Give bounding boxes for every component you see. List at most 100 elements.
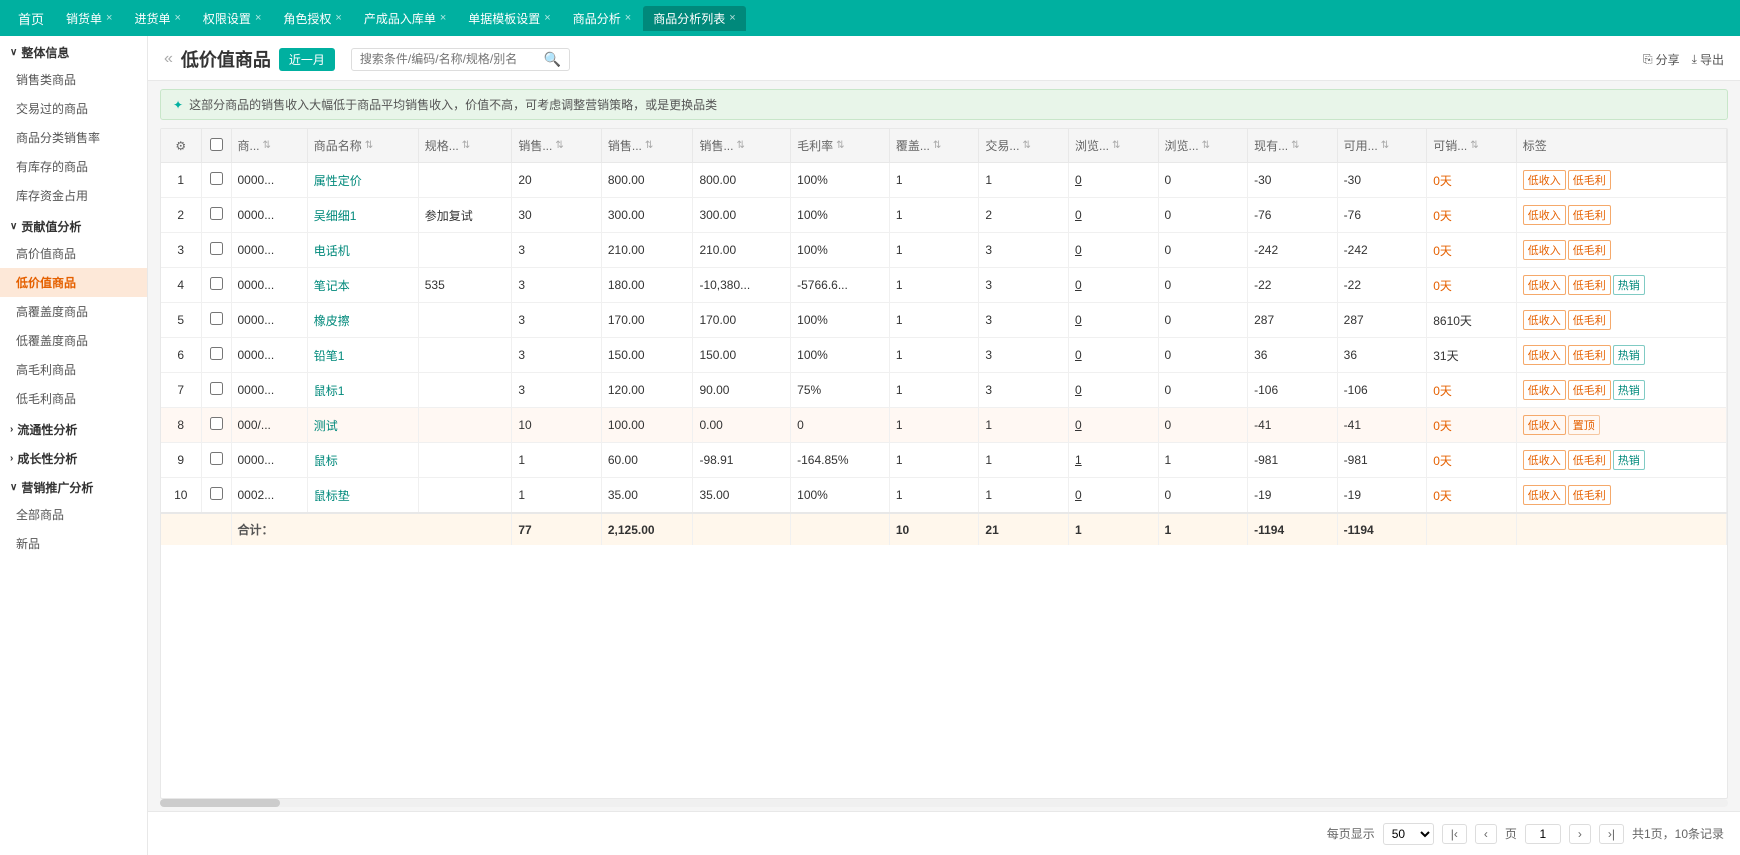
sidebar-group-marketing[interactable]: ∨ 营销推广分析 [0,471,147,500]
sidebar-item-stock-capital[interactable]: 库存资金占用 [0,181,147,210]
first-page-button[interactable]: |‹ [1442,824,1467,844]
sort-icon[interactable]: ⇅ [365,140,373,151]
close-icon[interactable]: × [255,12,261,24]
sort-icon[interactable]: ⇅ [836,140,844,151]
collapse-icon[interactable]: › [10,424,13,435]
nav-template[interactable]: 单据模板设置 × [458,6,560,31]
sort-icon[interactable]: ⇅ [933,140,941,151]
row-checkbox[interactable] [210,417,223,430]
sidebar-item-low-margin[interactable]: 低毛利商品 [0,384,147,413]
sort-icon[interactable]: ⇅ [263,140,271,151]
row-check[interactable] [201,303,231,338]
sidebar-toggle-icon[interactable]: « [164,50,173,68]
col-browse2[interactable]: 浏览...⇅ [1158,129,1248,163]
col-sales3[interactable]: 销售...⇅ [693,129,791,163]
search-input[interactable] [360,52,540,66]
sidebar-item-new-goods[interactable]: 新品 [0,529,147,558]
row-browse1[interactable]: 0 [1068,303,1158,338]
share-button[interactable]: ⎘ 分享 [1643,51,1680,68]
row-name[interactable]: 鼠标 [307,443,418,478]
prev-page-button[interactable]: ‹ [1475,824,1497,844]
row-check[interactable] [201,443,231,478]
col-coverage[interactable]: 覆盖...⇅ [889,129,979,163]
col-saleable[interactable]: 可销...⇅ [1427,129,1517,163]
row-checkbox[interactable] [210,452,223,465]
sidebar-item-all-goods[interactable]: 全部商品 [0,500,147,529]
row-check[interactable] [201,373,231,408]
close-icon[interactable]: × [440,12,446,24]
col-sales1[interactable]: 销售...⇅ [512,129,602,163]
sort-icon[interactable]: ⇅ [1202,140,1210,151]
row-browse1[interactable]: 0 [1068,338,1158,373]
col-current[interactable]: 现有...⇅ [1248,129,1338,163]
row-check[interactable] [201,338,231,373]
row-checkbox[interactable] [210,487,223,500]
sidebar-item-with-stock[interactable]: 有库存的商品 [0,152,147,181]
nav-home[interactable]: 首页 [8,5,54,32]
sidebar-group-overall[interactable]: ∨ 整体信息 [0,36,147,65]
sidebar-item-high-margin[interactable]: 高毛利商品 [0,355,147,384]
sort-icon[interactable]: ⇅ [1470,140,1478,151]
row-check[interactable] [201,268,231,303]
collapse-icon[interactable]: ∨ [10,482,17,493]
collapse-icon[interactable]: › [10,453,13,464]
sidebar-group-growth[interactable]: › 成长性分析 [0,442,147,471]
close-icon[interactable]: × [544,12,550,24]
col-code[interactable]: 商...⇅ [231,129,307,163]
row-browse1[interactable]: 1 [1068,443,1158,478]
row-checkbox[interactable] [210,312,223,325]
row-check[interactable] [201,478,231,514]
row-name[interactable]: 鼠标1 [307,373,418,408]
row-checkbox[interactable] [210,382,223,395]
row-check[interactable] [201,198,231,233]
close-icon[interactable]: × [625,12,631,24]
nav-sales[interactable]: 销货单 × [56,6,122,31]
row-checkbox[interactable] [210,207,223,220]
row-check[interactable] [201,233,231,268]
col-sales2[interactable]: 销售...⇅ [601,129,693,163]
row-name[interactable]: 铅笔1 [307,338,418,373]
sidebar-item-high-coverage[interactable]: 高覆盖度商品 [0,297,147,326]
sidebar-item-sales-goods[interactable]: 销售类商品 [0,65,147,94]
row-checkbox[interactable] [210,347,223,360]
sort-icon[interactable]: ⇅ [736,140,744,151]
close-icon[interactable]: × [106,12,112,24]
nav-product-in[interactable]: 产成品入库单 × [354,6,456,31]
row-checkbox[interactable] [210,277,223,290]
page-size-select[interactable]: 50 100 [1383,823,1434,845]
page-input[interactable] [1525,824,1561,844]
row-browse1[interactable]: 0 [1068,373,1158,408]
collapse-icon[interactable]: ∨ [10,221,17,232]
sidebar-group-contribution[interactable]: ∨ 贡献值分析 [0,210,147,239]
row-browse1[interactable]: 0 [1068,268,1158,303]
col-usable[interactable]: 可用...⇅ [1337,129,1427,163]
row-browse1[interactable]: 0 [1068,198,1158,233]
close-icon[interactable]: × [335,12,341,24]
sort-icon[interactable]: ⇅ [1291,140,1299,151]
sidebar-item-traded[interactable]: 交易过的商品 [0,94,147,123]
row-name[interactable]: 笔记本 [307,268,418,303]
col-settings[interactable]: ⚙ [161,129,201,163]
export-button[interactable]: ⤓ 导出 [1692,51,1724,68]
col-browse1[interactable]: 浏览...⇅ [1068,129,1158,163]
row-browse1[interactable]: 0 [1068,478,1158,514]
last-page-button[interactable]: ›| [1599,824,1624,844]
row-check[interactable] [201,163,231,198]
sort-icon[interactable]: ⇅ [1381,140,1389,151]
col-spec[interactable]: 规格...⇅ [418,129,512,163]
row-checkbox[interactable] [210,172,223,185]
row-name[interactable]: 测试 [307,408,418,443]
next-page-button[interactable]: › [1569,824,1591,844]
row-name[interactable]: 属性定价 [307,163,418,198]
nav-permission[interactable]: 权限设置 × [193,6,271,31]
row-name[interactable]: 鼠标垫 [307,478,418,514]
horizontal-scrollbar[interactable] [160,799,1728,807]
filter-recent-month[interactable]: 近一月 [279,48,335,71]
select-all-checkbox[interactable] [210,138,223,151]
sort-icon[interactable]: ⇅ [555,140,563,151]
collapse-icon[interactable]: ∨ [10,47,17,58]
sidebar-item-category-sales[interactable]: 商品分类销售率 [0,123,147,152]
nav-role[interactable]: 角色授权 × [273,6,351,31]
col-name[interactable]: 商品名称⇅ [307,129,418,163]
sidebar-item-high-value[interactable]: 高价值商品 [0,239,147,268]
